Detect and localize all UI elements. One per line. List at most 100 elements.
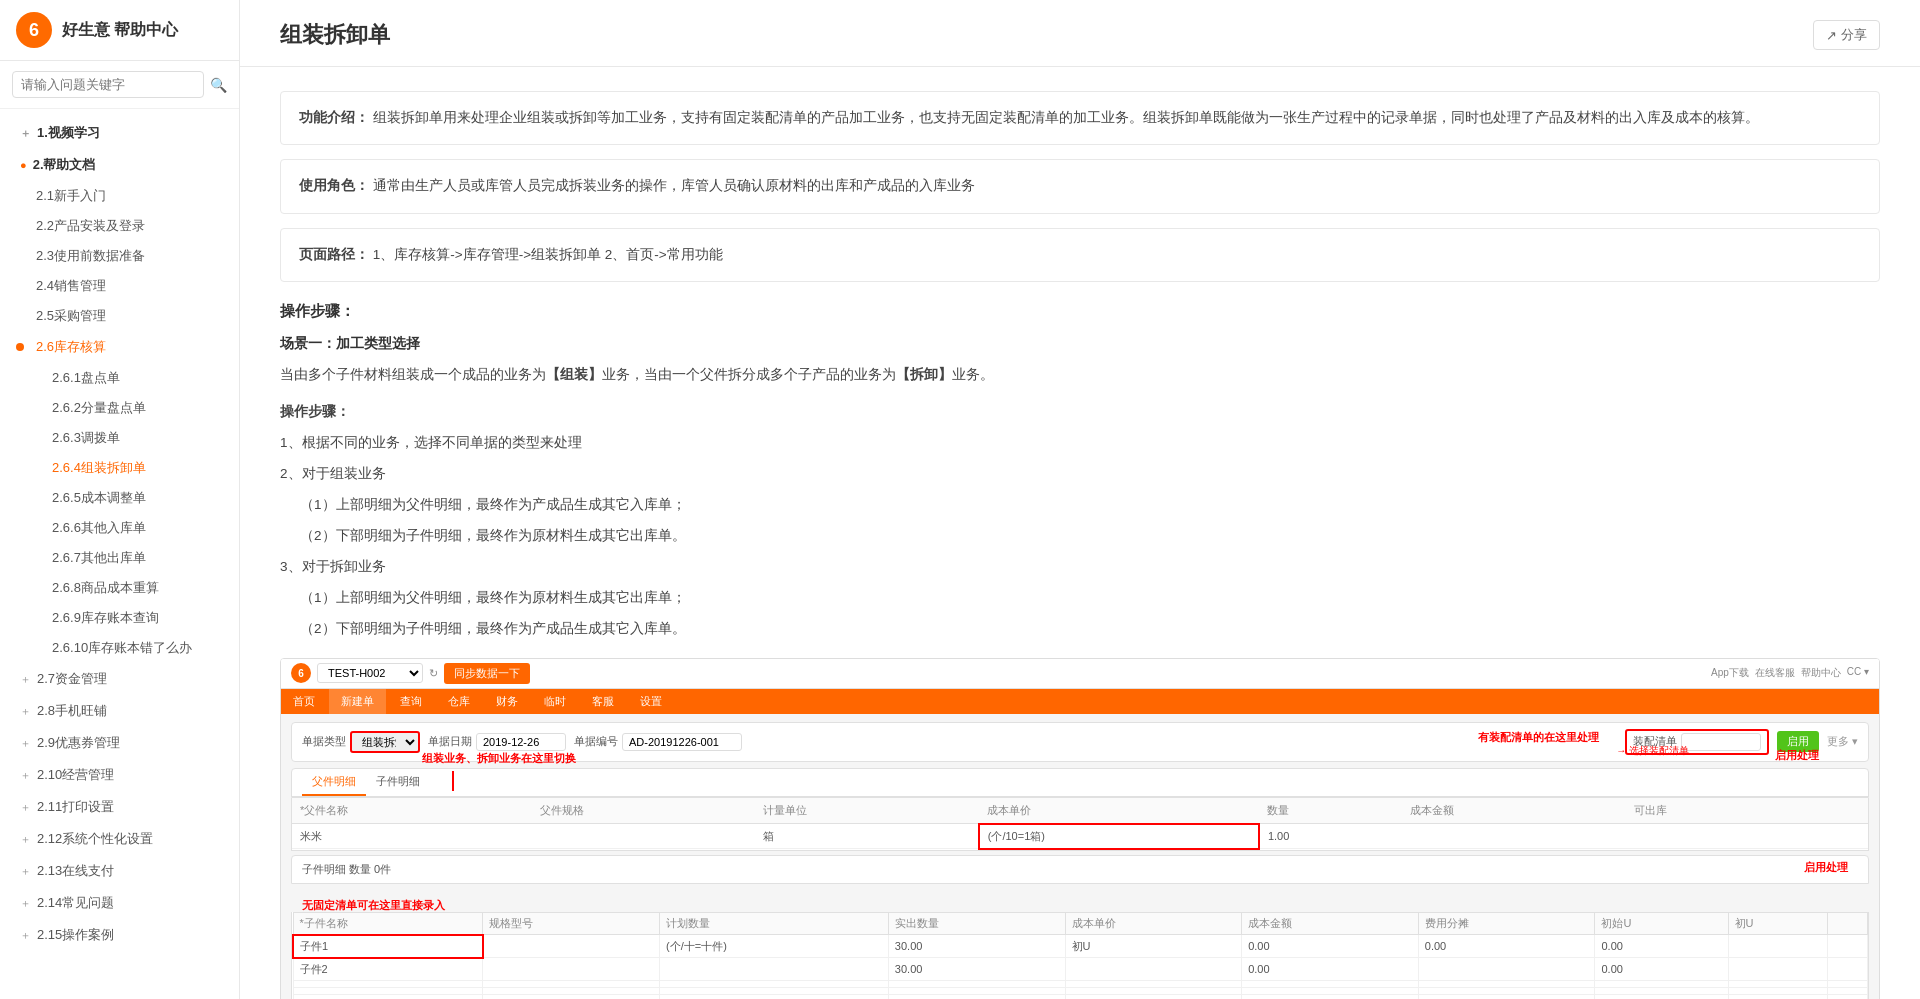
split-stocktake-label: 2.6.2分量盘点单: [52, 399, 146, 417]
toggle-icon-ops: ＋: [20, 768, 31, 783]
function-intro-block: 功能介绍： 组装拆卸单用来处理企业组装或拆卸等加工业务，支持有固定装配清单的产品…: [280, 91, 1880, 145]
sidebar-item-docs-label: 2.帮助文档: [33, 156, 96, 174]
th-unit: 计量单位: [755, 798, 979, 824]
ss-nav-warehouse[interactable]: 仓库: [436, 689, 482, 714]
sidebar-item-stocktake[interactable]: 2.6.1盘点单: [0, 363, 239, 393]
sidebar-item-split-stocktake[interactable]: 2.6.2分量盘点单: [0, 393, 239, 423]
ss-order-input[interactable]: [622, 733, 742, 751]
td-row-action: [1808, 824, 1868, 849]
td-unit: 箱: [755, 824, 979, 849]
th-child-name: *子件名称: [293, 912, 483, 935]
share-button[interactable]: ↗ 分享: [1813, 20, 1880, 50]
sidebar-item-docs[interactable]: ● 2.帮助文档: [0, 149, 239, 181]
td-c1-amt: 0.00: [1242, 935, 1419, 958]
ss-bom-input[interactable]: [1681, 733, 1761, 751]
sidebar-item-assembly[interactable]: 2.6.4组装拆卸单: [0, 453, 239, 483]
th-parent-spec: 父件规格: [532, 798, 756, 824]
sidebar-item-video[interactable]: ＋ 1.视频学习: [0, 117, 239, 149]
ss-nav-home[interactable]: 首页: [281, 689, 327, 714]
ss-nav-query[interactable]: 查询: [388, 689, 434, 714]
search-icon[interactable]: 🔍: [210, 77, 227, 93]
coupon-label: 2.9优惠券管理: [37, 734, 120, 752]
ss-bottom-header: 子件明细 数量 0件 无固定清单可在这里直接录入 启用处理: [291, 855, 1869, 884]
search-input[interactable]: [12, 71, 204, 98]
finance-label: 2.7资金管理: [37, 670, 107, 688]
th-actions: [1808, 798, 1868, 824]
td-c1-action: [1827, 935, 1867, 958]
sidebar-item-cost-recalc[interactable]: 2.6.8商品成本重算: [0, 573, 239, 603]
ss-tab-parent[interactable]: 父件明细: [302, 769, 366, 796]
sidebar-item-newcomer[interactable]: 2.1新手入门: [0, 181, 239, 211]
sidebar-header: 6 好生意 帮助中心: [0, 0, 239, 61]
sidebar-item-cases[interactable]: ＋ 2.15操作案例: [0, 919, 239, 951]
sidebar-item-ledger-fix[interactable]: 2.6.10库存账本错了么办: [0, 633, 239, 663]
ss-type-label: 单据类型: [302, 734, 346, 749]
personalize-label: 2.12系统个性化设置: [37, 830, 153, 848]
content-header: 组装拆卸单 ↗ 分享: [240, 0, 1920, 67]
td-c2-name: 子件2: [293, 958, 483, 981]
page-title: 组装拆卸单: [280, 20, 390, 50]
ss-sync-button[interactable]: 同步数据一下: [444, 663, 530, 684]
ss-nav-finance[interactable]: 财务: [484, 689, 530, 714]
sidebar-item-faq[interactable]: ＋ 2.14常见问题: [0, 887, 239, 919]
ss-topbar-left: 6 TEST-H002 ↻ 同步数据一下: [291, 663, 1703, 684]
table-row: [293, 994, 1868, 999]
td-c2-fee: [1418, 958, 1595, 981]
sidebar-item-other-in[interactable]: 2.6.6其他入库单: [0, 513, 239, 543]
data-label: 2.3使用前数据准备: [36, 247, 145, 265]
ss-toolbar: 单据类型 组装拆卸 单据日期 单据编号: [291, 722, 1869, 762]
ss-enable-button[interactable]: 启用: [1777, 731, 1819, 752]
ss-type-select[interactable]: 组装拆卸: [350, 731, 420, 753]
sidebar-item-cost-adjust[interactable]: 2.6.5成本调整单: [0, 483, 239, 513]
td-c2-cost: [1065, 958, 1242, 981]
sidebar-item-coupon[interactable]: ＋ 2.9优惠券管理: [0, 727, 239, 759]
step3-2: （2）下部明细为子件明细，最终作为产成品生成其它入库单。: [280, 615, 1880, 642]
sidebar-item-inventory[interactable]: 2.6库存核算: [0, 331, 239, 363]
ss-nav-new[interactable]: 新建单: [329, 689, 386, 714]
sidebar-item-install[interactable]: 2.2产品安装及登录: [0, 211, 239, 241]
td-c1-fee: 0.00: [1418, 935, 1595, 958]
ledger-fix-label: 2.6.10库存账本错了么办: [52, 639, 192, 657]
toggle-icon: ＋: [20, 126, 31, 141]
sidebar-item-purchase[interactable]: 2.5采购管理: [0, 301, 239, 331]
sidebar-item-mobile[interactable]: ＋ 2.8手机旺铺: [0, 695, 239, 727]
sidebar-item-ops[interactable]: ＋ 2.10经营管理: [0, 759, 239, 791]
sidebar-item-personalize[interactable]: ＋ 2.12系统个性化设置: [0, 823, 239, 855]
th-fee-alloc: 费用分摊: [1418, 912, 1595, 935]
ss-date-input[interactable]: [476, 733, 566, 751]
sidebar-item-pay[interactable]: ＋ 2.13在线支付: [0, 855, 239, 887]
sidebar-item-data[interactable]: 2.3使用前数据准备: [0, 241, 239, 271]
share-icon: ↗: [1826, 28, 1837, 43]
cases-label: 2.15操作案例: [37, 926, 114, 944]
purchase-label: 2.5采购管理: [36, 307, 106, 325]
td-c1-initu2: [1728, 935, 1827, 958]
sidebar-item-ledger-check[interactable]: 2.6.9库存账本查询: [0, 603, 239, 633]
th-init-u: 初始U: [1595, 912, 1728, 935]
ss-company-select[interactable]: TEST-H002: [317, 663, 423, 683]
th-qty: 数量: [1259, 798, 1402, 824]
ops-title: 操作步骤：: [280, 302, 1880, 321]
td-parent-spec: [532, 824, 756, 849]
td-c2-plan: [660, 958, 889, 981]
sidebar: 6 好生意 帮助中心 🔍 ＋ 1.视频学习 ● 2.帮助文档 2.1新手入门 2…: [0, 0, 240, 999]
cost-recalc-label: 2.6.8商品成本重算: [52, 579, 159, 597]
sidebar-item-transfer[interactable]: 2.6.3调拨单: [0, 423, 239, 453]
td-avail: [1626, 824, 1809, 849]
step2: 2、对于组装业务: [280, 460, 1880, 487]
app-logo: 6: [16, 12, 52, 48]
ss-order-label: 单据编号: [574, 734, 618, 749]
ss-nav-service[interactable]: 客服: [580, 689, 626, 714]
ss-nav-temp[interactable]: 临时: [532, 689, 578, 714]
th-cost-amt: 成本金额: [1402, 798, 1626, 824]
ss-logo: 6: [291, 663, 311, 683]
ss-tab-child[interactable]: 子件明细: [366, 769, 430, 796]
ss-top-table-container: *父件名称 父件规格 计量单位 成本单价 数量 成本金额 可出库: [291, 798, 1869, 851]
sales-label: 2.4销售管理: [36, 277, 106, 295]
sidebar-item-print[interactable]: ＋ 2.11打印设置: [0, 791, 239, 823]
ss-date-field: 单据日期: [428, 733, 566, 751]
sidebar-item-sales[interactable]: 2.4销售管理: [0, 271, 239, 301]
sidebar-item-other-out[interactable]: 2.6.7其他出库单: [0, 543, 239, 573]
sidebar-item-finance[interactable]: ＋ 2.7资金管理: [0, 663, 239, 695]
ss-nav-settings[interactable]: 设置: [628, 689, 674, 714]
newcomer-label: 2.1新手入门: [36, 187, 106, 205]
